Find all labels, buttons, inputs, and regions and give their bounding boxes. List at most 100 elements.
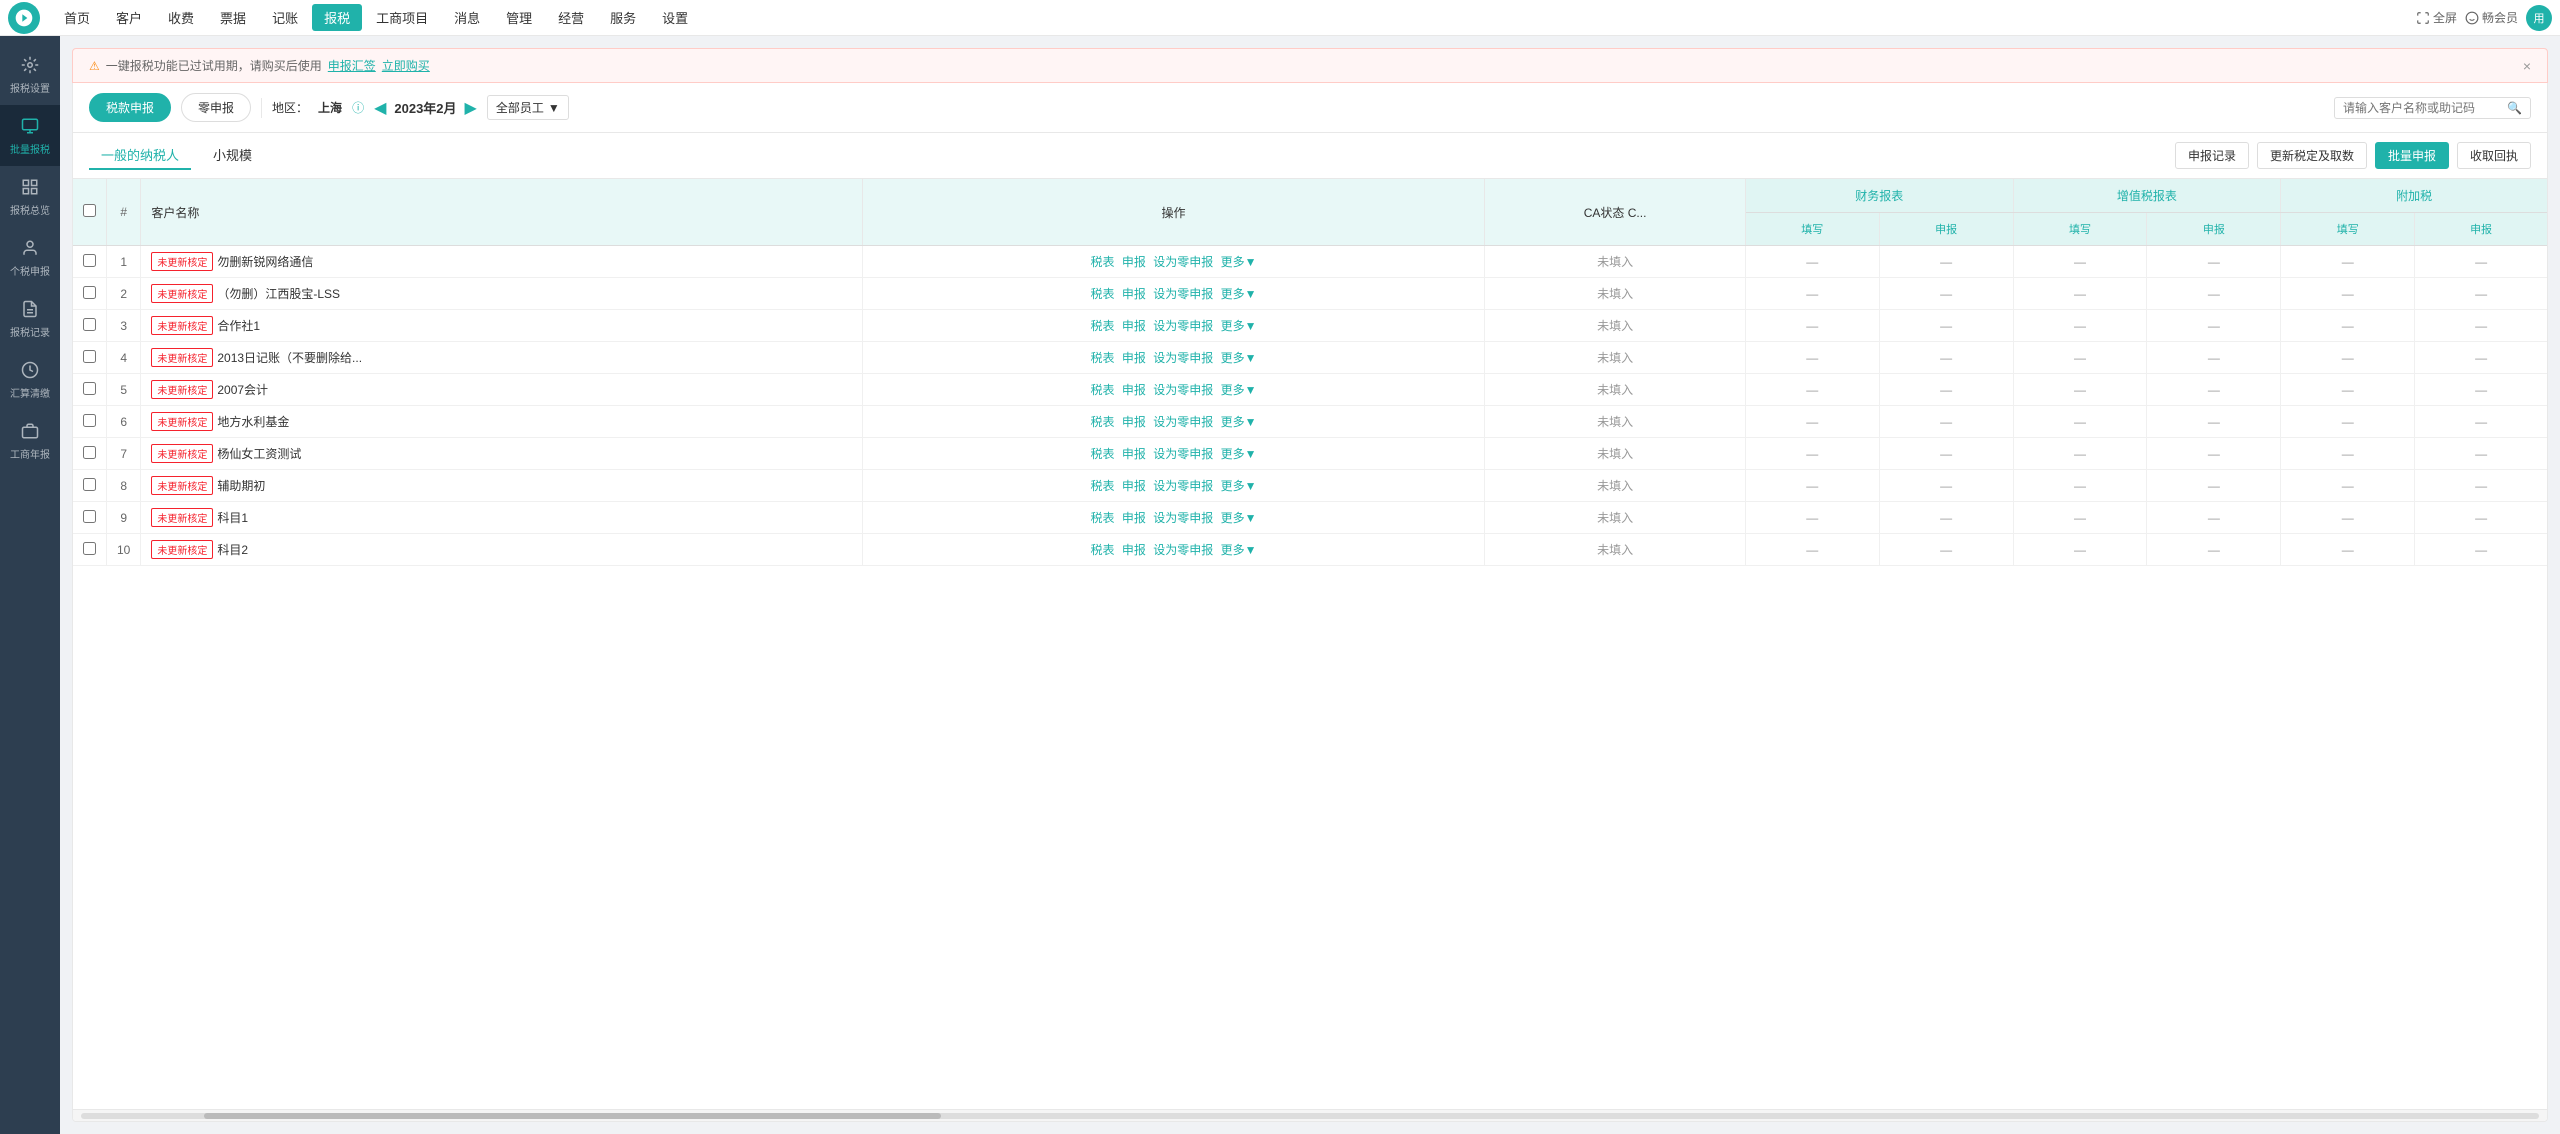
nav-tax[interactable]: 报税: [312, 4, 362, 31]
op-taxform[interactable]: 税表: [1091, 511, 1115, 525]
row-checkbox[interactable]: [73, 342, 107, 374]
tab-tax-declaration[interactable]: 税款申报: [89, 93, 171, 122]
op-declare[interactable]: 申报: [1122, 287, 1146, 301]
row-select-3[interactable]: [83, 350, 96, 363]
row-select-7[interactable]: [83, 478, 96, 491]
op-more[interactable]: 更多▼: [1221, 287, 1257, 301]
next-month-btn[interactable]: ▶: [465, 98, 477, 118]
op-zero-declare[interactable]: 设为零申报: [1153, 447, 1213, 461]
op-more[interactable]: 更多▼: [1221, 543, 1257, 557]
op-taxform[interactable]: 税表: [1091, 415, 1115, 429]
nav-home[interactable]: 首页: [52, 4, 102, 31]
row-checkbox[interactable]: [73, 502, 107, 534]
nav-billing[interactable]: 收费: [156, 4, 206, 31]
prev-month-btn[interactable]: ◀: [374, 98, 386, 118]
member-btn[interactable]: 畅会员: [2465, 9, 2518, 26]
row-checkbox[interactable]: [73, 534, 107, 566]
op-zero-declare[interactable]: 设为零申报: [1153, 319, 1213, 333]
tab-small-scale[interactable]: 小规模: [201, 141, 264, 170]
row-select-0[interactable]: [83, 254, 96, 267]
row-checkbox[interactable]: [73, 374, 107, 406]
tab-zero-declaration[interactable]: 零申报: [181, 93, 251, 122]
op-taxform[interactable]: 税表: [1091, 383, 1115, 397]
op-taxform[interactable]: 税表: [1091, 287, 1115, 301]
op-more[interactable]: 更多▼: [1221, 447, 1257, 461]
op-taxform[interactable]: 税表: [1091, 543, 1115, 557]
row-checkbox[interactable]: [73, 470, 107, 502]
op-more[interactable]: 更多▼: [1221, 255, 1257, 269]
sidebar-item-annual-settlement[interactable]: 汇算清缴: [0, 349, 60, 410]
op-declare[interactable]: 申报: [1122, 479, 1146, 493]
row-select-2[interactable]: [83, 318, 96, 331]
fullscreen-btn[interactable]: 全屏: [2416, 9, 2457, 26]
banner-close-btn[interactable]: ×: [2523, 58, 2531, 74]
nav-settings[interactable]: 设置: [650, 4, 700, 31]
nav-management[interactable]: 管理: [494, 4, 544, 31]
op-declare[interactable]: 申报: [1122, 383, 1146, 397]
nav-commerce[interactable]: 工商项目: [364, 4, 440, 31]
nav-service[interactable]: 服务: [598, 4, 648, 31]
update-tax-btn[interactable]: 更新税定及取数: [2257, 142, 2367, 169]
app-logo[interactable]: [8, 2, 40, 34]
nav-messages[interactable]: 消息: [442, 4, 492, 31]
op-declare[interactable]: 申报: [1122, 319, 1146, 333]
row-select-8[interactable]: [83, 510, 96, 523]
row-checkbox[interactable]: [73, 246, 107, 278]
op-more[interactable]: 更多▼: [1221, 319, 1257, 333]
op-more[interactable]: 更多▼: [1221, 415, 1257, 429]
row-select-5[interactable]: [83, 414, 96, 427]
op-declare[interactable]: 申报: [1122, 543, 1146, 557]
region-info-icon[interactable]: ⓘ: [352, 99, 364, 116]
op-taxform[interactable]: 税表: [1091, 255, 1115, 269]
op-more[interactable]: 更多▼: [1221, 511, 1257, 525]
op-declare[interactable]: 申报: [1122, 447, 1146, 461]
sidebar-item-overview[interactable]: 报税总览: [0, 166, 60, 227]
row-checkbox[interactable]: [73, 406, 107, 438]
op-taxform[interactable]: 税表: [1091, 319, 1115, 333]
op-declare[interactable]: 申报: [1122, 351, 1146, 365]
op-taxform[interactable]: 税表: [1091, 479, 1115, 493]
sidebar-item-tax-settings[interactable]: 报税设置: [0, 44, 60, 105]
op-declare[interactable]: 申报: [1122, 255, 1146, 269]
op-zero-declare[interactable]: 设为零申报: [1153, 383, 1213, 397]
nav-customers[interactable]: 客户: [104, 4, 154, 31]
op-taxform[interactable]: 税表: [1091, 351, 1115, 365]
banner-link-summary[interactable]: 申报汇签: [328, 57, 376, 74]
row-checkbox[interactable]: [73, 438, 107, 470]
op-zero-declare[interactable]: 设为零申报: [1153, 415, 1213, 429]
op-zero-declare[interactable]: 设为零申报: [1153, 287, 1213, 301]
row-checkbox[interactable]: [73, 310, 107, 342]
collect-receipt-btn[interactable]: 收取回执: [2457, 142, 2531, 169]
nav-accounting[interactable]: 记账: [260, 4, 310, 31]
tab-general-taxpayer[interactable]: 一般的纳税人: [89, 141, 191, 170]
op-more[interactable]: 更多▼: [1221, 351, 1257, 365]
op-more[interactable]: 更多▼: [1221, 383, 1257, 397]
row-select-6[interactable]: [83, 446, 96, 459]
horizontal-scrollbar[interactable]: [73, 1109, 2547, 1121]
staff-selector[interactable]: 全部员工 ▼: [487, 95, 569, 120]
row-select-4[interactable]: [83, 382, 96, 395]
search-icon[interactable]: 🔍: [2507, 101, 2522, 115]
op-taxform[interactable]: 税表: [1091, 447, 1115, 461]
row-select-9[interactable]: [83, 542, 96, 555]
op-zero-declare[interactable]: 设为零申报: [1153, 479, 1213, 493]
sidebar-item-records[interactable]: 报税记录: [0, 288, 60, 349]
op-declare[interactable]: 申报: [1122, 511, 1146, 525]
op-declare[interactable]: 申报: [1122, 415, 1146, 429]
op-zero-declare[interactable]: 设为零申报: [1153, 543, 1213, 557]
banner-link-buy[interactable]: 立即购买: [382, 57, 430, 74]
op-zero-declare[interactable]: 设为零申报: [1153, 511, 1213, 525]
row-select-1[interactable]: [83, 286, 96, 299]
sidebar-item-business-annual[interactable]: 工商年报: [0, 410, 60, 471]
row-checkbox[interactable]: [73, 278, 107, 310]
op-more[interactable]: 更多▼: [1221, 479, 1257, 493]
select-all-checkbox[interactable]: [83, 204, 96, 217]
sidebar-item-batch-tax[interactable]: 批量报税: [0, 105, 60, 166]
sidebar-item-personal-tax[interactable]: 个税申报: [0, 227, 60, 288]
nav-invoice[interactable]: 票据: [208, 4, 258, 31]
op-zero-declare[interactable]: 设为零申报: [1153, 255, 1213, 269]
batch-declare-btn[interactable]: 批量申报: [2375, 142, 2449, 169]
avatar-btn[interactable]: 用: [2526, 5, 2552, 31]
op-zero-declare[interactable]: 设为零申报: [1153, 351, 1213, 365]
search-input[interactable]: [2343, 101, 2503, 115]
